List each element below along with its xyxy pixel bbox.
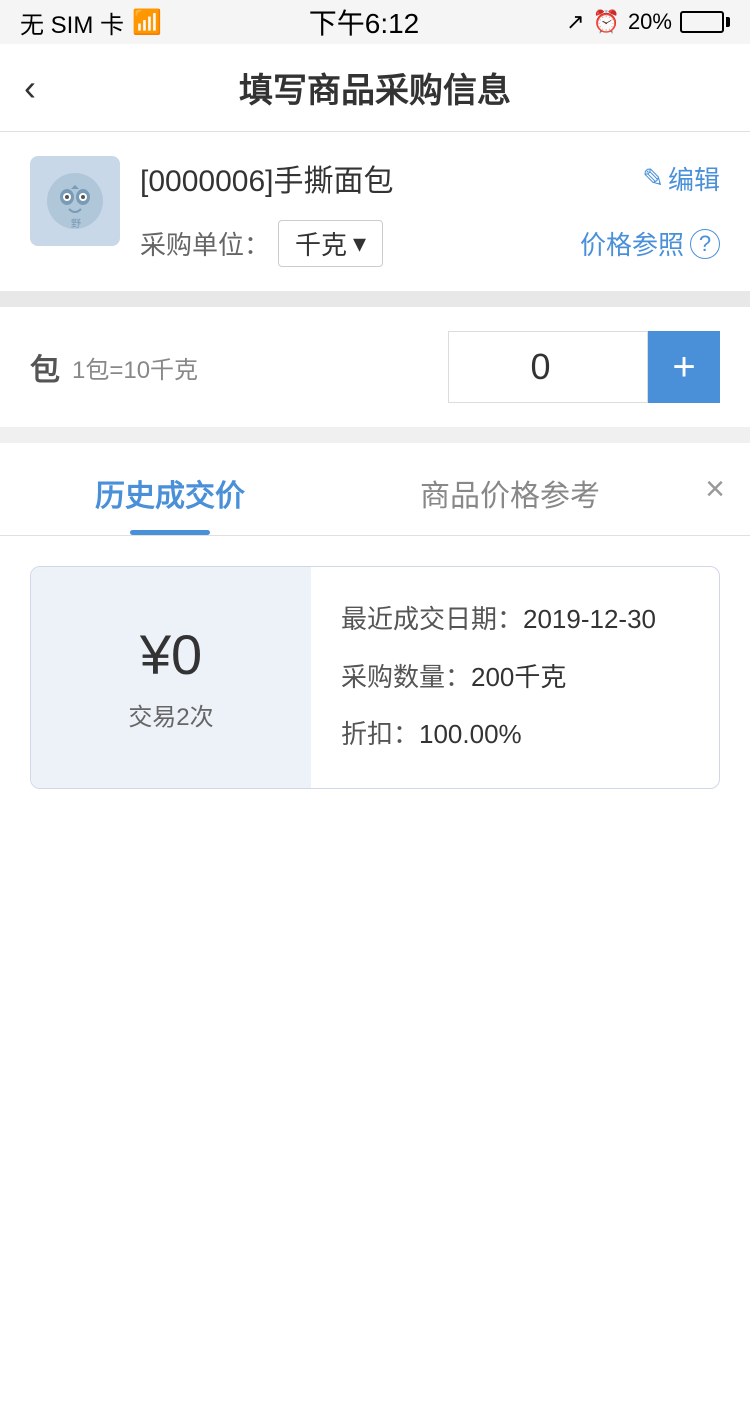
purchase-quantity-label: 采购数量： <box>341 662 471 692</box>
quantity-input-group: + <box>448 331 720 403</box>
location-icon: ↗ <box>566 9 584 35</box>
price-amount: 0 <box>171 623 202 686</box>
product-section: 野 [0000006]手撕面包 ✎ 编辑 采购单位： 千克 ▾ <box>0 132 750 291</box>
quantity-input[interactable] <box>448 331 648 403</box>
status-bar: 无 SIM 卡 📶 下午6:12 ↗ ⏰ 20% <box>0 0 750 44</box>
alarm-icon: ⏰ <box>593 9 620 35</box>
dropdown-arrow-icon: ▾ <box>353 228 366 259</box>
svg-text:野: 野 <box>71 218 81 230</box>
edit-label: 编辑 <box>668 160 720 197</box>
price-card: ¥0 交易2次 最近成交日期：2019-12-30 采购数量：200千克 折扣：… <box>30 566 720 789</box>
price-ref-help-icon: ? <box>690 229 720 259</box>
status-right: ↗ ⏰ 20% <box>566 9 730 35</box>
discount-row: 折扣：100.00% <box>341 714 689 756</box>
currency-symbol: ¥ <box>140 623 171 686</box>
product-name-row: [0000006]手撕面包 ✎ 编辑 <box>140 156 720 200</box>
quantity-row: 包 1包=10千克 + <box>0 307 750 427</box>
quantity-plus-button[interactable]: + <box>648 331 720 403</box>
purchase-unit-row: 采购单位： 千克 ▾ 价格参照 ? <box>140 220 720 267</box>
transaction-count: 交易2次 <box>128 697 213 732</box>
tab-product-price-reference[interactable]: 商品价格参考 <box>340 443 680 535</box>
discount-label: 折扣： <box>341 719 419 749</box>
purchase-quantity-row: 采购数量：200千克 <box>341 657 689 699</box>
product-thumbnail: 野 <box>30 156 120 246</box>
tab-history-price[interactable]: 历史成交价 <box>0 443 340 535</box>
product-logo-icon: 野 <box>45 171 105 231</box>
tab-close-button[interactable]: × <box>680 450 750 529</box>
unit-dropdown[interactable]: 千克 ▾ <box>278 220 383 267</box>
product-info: [0000006]手撕面包 ✎ 编辑 采购单位： 千克 ▾ 价格参照 ? <box>140 156 720 267</box>
tabs-row: 历史成交价 商品价格参考 × <box>0 443 750 535</box>
recent-date-label: 最近成交日期： <box>341 604 523 634</box>
price-card-right: 最近成交日期：2019-12-30 采购数量：200千克 折扣：100.00% <box>311 567 719 788</box>
price-ref-label: 价格参照 <box>580 225 684 262</box>
price-card-area: ¥0 交易2次 最近成交日期：2019-12-30 采购数量：200千克 折扣：… <box>0 536 750 819</box>
discount-value: 100.00% <box>419 719 522 749</box>
page-title: 填写商品采购信息 <box>239 63 511 112</box>
battery-icon <box>680 11 730 33</box>
unit-conversion: 1包=10千克 <box>72 350 198 385</box>
sim-status: 无 SIM 卡 <box>20 5 124 40</box>
product-name: [0000006]手撕面包 <box>140 156 393 200</box>
unit-value: 千克 <box>295 225 347 262</box>
status-left: 无 SIM 卡 📶 <box>20 5 162 40</box>
unit-badge: 包 <box>30 345 60 389</box>
price-reference-button[interactable]: 价格参照 ? <box>580 225 720 262</box>
edit-icon: ✎ <box>642 163 664 194</box>
product-header: 野 [0000006]手撕面包 ✎ 编辑 采购单位： 千克 ▾ <box>30 156 720 267</box>
unit-info: 包 1包=10千克 <box>30 345 198 389</box>
tabs-section: 历史成交价 商品价格参考 × <box>0 443 750 536</box>
unit-selector: 采购单位： 千克 ▾ <box>140 220 383 267</box>
section-divider <box>0 291 750 307</box>
price-display: ¥0 <box>140 622 202 687</box>
edit-button[interactable]: ✎ 编辑 <box>642 160 720 197</box>
battery-percent: 20% <box>628 9 672 35</box>
page-rest <box>0 819 750 1419</box>
purchase-quantity-value: 200千克 <box>471 662 566 692</box>
back-button[interactable]: ‹ <box>24 67 36 109</box>
price-card-left: ¥0 交易2次 <box>31 567 311 788</box>
status-time: 下午6:12 <box>309 2 420 42</box>
recent-date-row: 最近成交日期：2019-12-30 <box>341 599 689 641</box>
nav-bar: ‹ 填写商品采购信息 <box>0 44 750 132</box>
wifi-icon: 📶 <box>132 8 162 37</box>
recent-date-value: 2019-12-30 <box>523 604 656 634</box>
purchase-unit-label: 采购单位： <box>140 225 270 262</box>
